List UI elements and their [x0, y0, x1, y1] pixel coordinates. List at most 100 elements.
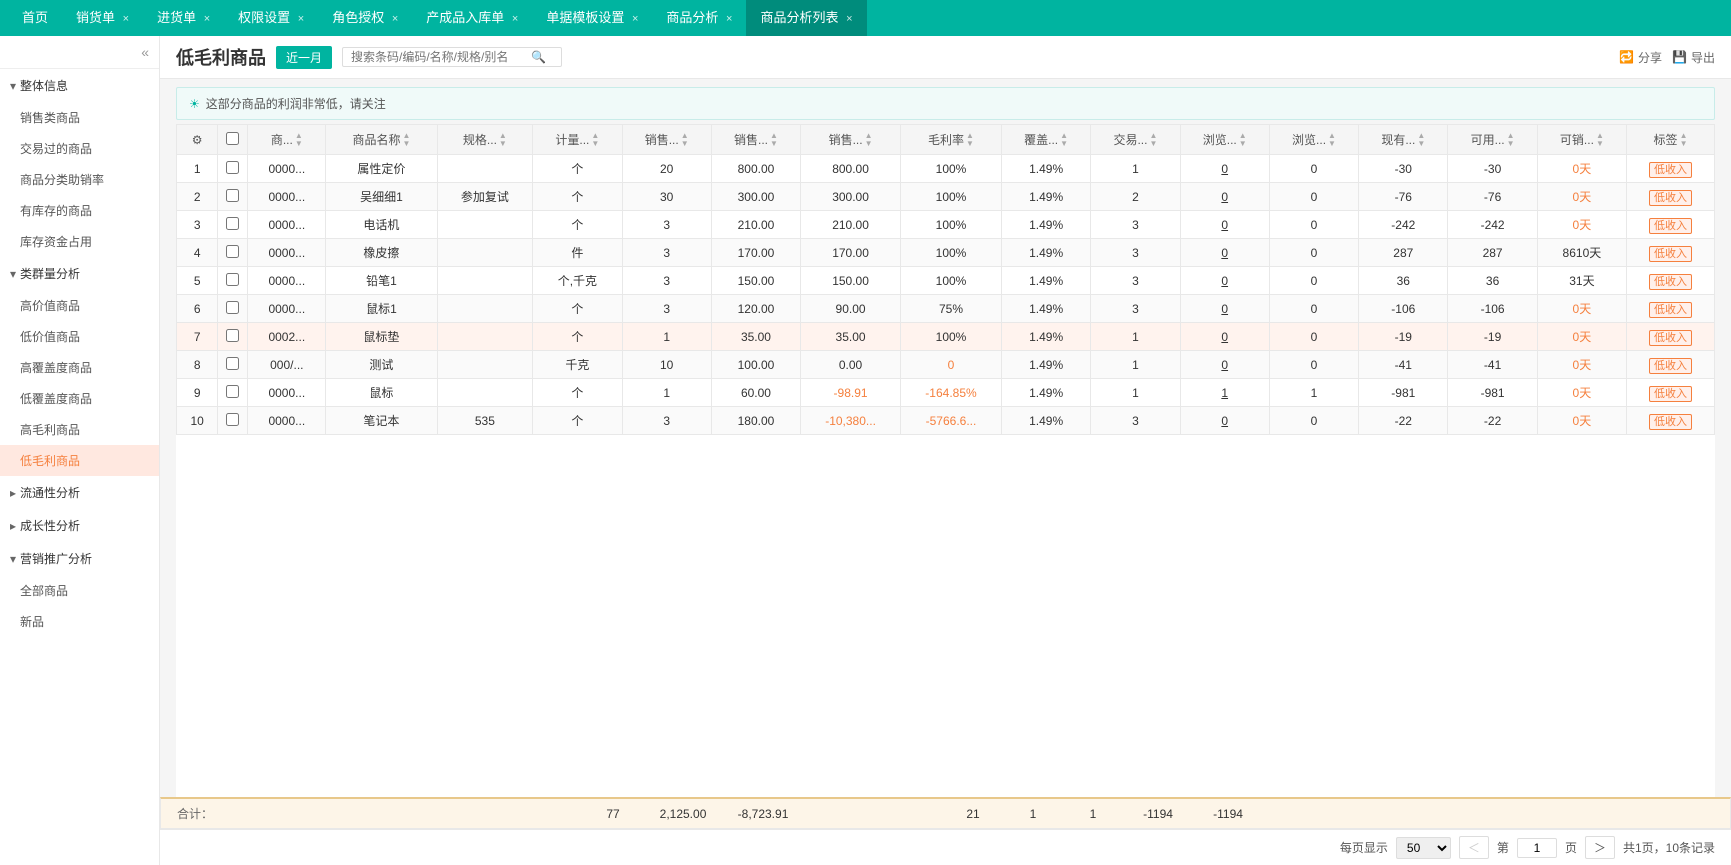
row-checkbox[interactable] — [226, 413, 239, 426]
sidebar-group-overall[interactable]: ▾ 整体信息 — [0, 69, 159, 102]
row-checkbox[interactable] — [226, 161, 239, 174]
nav-template-settings[interactable]: 单据模板设置 × — [532, 0, 652, 36]
views1-link[interactable]: 0 — [1221, 190, 1228, 204]
views1-link[interactable]: 0 — [1221, 330, 1228, 344]
sidebar-group-marketing[interactable]: ▾ 营销推广分析 — [0, 542, 159, 575]
views1-link[interactable]: 0 — [1221, 162, 1228, 176]
views1-link[interactable]: 0 — [1221, 414, 1228, 428]
td-checkbox[interactable] — [218, 323, 248, 351]
nav-product-analysis[interactable]: 商品分析 × — [652, 0, 746, 36]
th-spec[interactable]: 规格...▲▼ — [437, 125, 533, 155]
close-icon[interactable]: × — [512, 13, 518, 25]
sidebar-item-stock-capital[interactable]: 库存资金占用 — [0, 226, 159, 257]
nav-purchase-order[interactable]: 进货单 × — [143, 0, 224, 36]
sidebar-item-high-value[interactable]: 高价值商品 — [0, 290, 159, 321]
nav-product-entry[interactable]: 产成品入库单 × — [412, 0, 532, 36]
views1-link[interactable]: 0 — [1221, 274, 1228, 288]
td-checkbox[interactable] — [218, 211, 248, 239]
th-code[interactable]: 商...▲▼ — [248, 125, 326, 155]
td-checkbox[interactable] — [218, 407, 248, 435]
page-number-input[interactable] — [1517, 838, 1557, 858]
th-views2[interactable]: 浏览...▲▼ — [1269, 125, 1358, 155]
td-views1[interactable]: 0 — [1180, 183, 1269, 211]
close-icon[interactable]: × — [204, 13, 210, 25]
th-sales-qty[interactable]: 销售...▲▼ — [622, 125, 711, 155]
table-wrapper[interactable]: ⚙ 商...▲▼ 商品名称▲▼ 规格...▲▼ 计量...▲▼ 销售...▲▼ … — [176, 124, 1715, 797]
td-views1[interactable]: 0 — [1180, 323, 1269, 351]
close-icon[interactable]: × — [846, 13, 852, 25]
nav-product-analysis-list[interactable]: 商品分析列表 × — [746, 0, 866, 36]
sidebar-item-new-products[interactable]: 新品 — [0, 606, 159, 637]
row-checkbox[interactable] — [226, 329, 239, 342]
select-all-checkbox[interactable] — [226, 132, 239, 145]
th-coverage[interactable]: 覆盖...▲▼ — [1001, 125, 1090, 155]
sidebar-collapse-btn[interactable]: « — [141, 44, 149, 60]
sidebar-item-low-value[interactable]: 低价值商品 — [0, 321, 159, 352]
td-checkbox[interactable] — [218, 351, 248, 379]
th-sales-amount[interactable]: 销售...▲▼ — [801, 125, 901, 155]
next-page-button[interactable]: ＞ — [1585, 836, 1615, 859]
td-views1[interactable]: 0 — [1180, 239, 1269, 267]
close-icon[interactable]: × — [298, 13, 304, 25]
th-views1[interactable]: 浏览...▲▼ — [1180, 125, 1269, 155]
th-name[interactable]: 商品名称▲▼ — [326, 125, 437, 155]
views1-link[interactable]: 0 — [1221, 218, 1228, 232]
nav-home[interactable]: 首页 — [8, 0, 62, 36]
row-checkbox[interactable] — [226, 357, 239, 370]
th-checkbox[interactable] — [218, 125, 248, 155]
export-button[interactable]: 💾 导出 — [1672, 49, 1715, 66]
sidebar-item-high-margin[interactable]: 高毛利商品 — [0, 414, 159, 445]
time-filter-button[interactable]: 近一月 — [276, 46, 332, 69]
row-checkbox[interactable] — [226, 301, 239, 314]
share-button[interactable]: 🔁 分享 — [1619, 49, 1662, 66]
row-checkbox[interactable] — [226, 189, 239, 202]
td-checkbox[interactable] — [218, 267, 248, 295]
td-views1[interactable]: 0 — [1180, 407, 1269, 435]
nav-permission-settings[interactable]: 权限设置 × — [224, 0, 318, 36]
td-views1[interactable]: 1 — [1180, 379, 1269, 407]
views1-link[interactable]: 0 — [1221, 246, 1228, 260]
row-checkbox[interactable] — [226, 245, 239, 258]
td-views1[interactable]: 0 — [1180, 155, 1269, 183]
nav-sales-order[interactable]: 销货单 × — [62, 0, 143, 36]
row-checkbox[interactable] — [226, 273, 239, 286]
td-views1[interactable]: 0 — [1180, 211, 1269, 239]
sidebar-group-circulation[interactable]: ▸ 流通性分析 — [0, 476, 159, 509]
search-icon[interactable]: 🔍 — [531, 50, 546, 64]
th-tag[interactable]: 标签▲▼ — [1627, 125, 1715, 155]
td-checkbox[interactable] — [218, 239, 248, 267]
sidebar-item-low-coverage[interactable]: 低覆盖度商品 — [0, 383, 159, 414]
close-icon[interactable]: × — [392, 13, 398, 25]
sidebar-item-low-margin[interactable]: 低毛利商品 — [0, 445, 159, 476]
td-checkbox[interactable] — [218, 183, 248, 211]
views1-link[interactable]: 0 — [1221, 358, 1228, 372]
th-transactions[interactable]: 交易...▲▼ — [1091, 125, 1180, 155]
th-unit[interactable]: 计量...▲▼ — [533, 125, 622, 155]
sidebar-item-all-products[interactable]: 全部商品 — [0, 575, 159, 606]
td-views1[interactable]: 0 — [1180, 267, 1269, 295]
sidebar-item-sales-products[interactable]: 销售类商品 — [0, 102, 159, 133]
td-views1[interactable]: 0 — [1180, 295, 1269, 323]
nav-role-auth[interactable]: 角色授权 × — [318, 0, 412, 36]
td-checkbox[interactable] — [218, 379, 248, 407]
close-icon[interactable]: × — [726, 13, 732, 25]
sidebar-item-category-sales-rate[interactable]: 商品分类助销率 — [0, 164, 159, 195]
sidebar-group-cluster[interactable]: ▾ 类群量分析 — [0, 257, 159, 290]
th-sales-price[interactable]: 销售...▲▼ — [711, 125, 800, 155]
td-checkbox[interactable] — [218, 155, 248, 183]
row-checkbox[interactable] — [226, 217, 239, 230]
sidebar-item-traded-products[interactable]: 交易过的商品 — [0, 133, 159, 164]
th-available[interactable]: 可用...▲▼ — [1448, 125, 1537, 155]
close-icon[interactable]: × — [632, 13, 638, 25]
th-settings[interactable]: ⚙ — [177, 125, 218, 155]
sidebar-item-high-coverage[interactable]: 高覆盖度商品 — [0, 352, 159, 383]
search-input[interactable] — [351, 50, 531, 64]
close-icon[interactable]: × — [123, 13, 129, 25]
per-page-select[interactable]: 50 100 200 — [1396, 837, 1451, 859]
sidebar-item-stocked-products[interactable]: 有库存的商品 — [0, 195, 159, 226]
td-checkbox[interactable] — [218, 295, 248, 323]
th-current-stock[interactable]: 现有...▲▼ — [1359, 125, 1448, 155]
views1-link[interactable]: 1 — [1221, 386, 1228, 400]
prev-page-button[interactable]: ＜ — [1459, 836, 1489, 859]
row-checkbox[interactable] — [226, 385, 239, 398]
